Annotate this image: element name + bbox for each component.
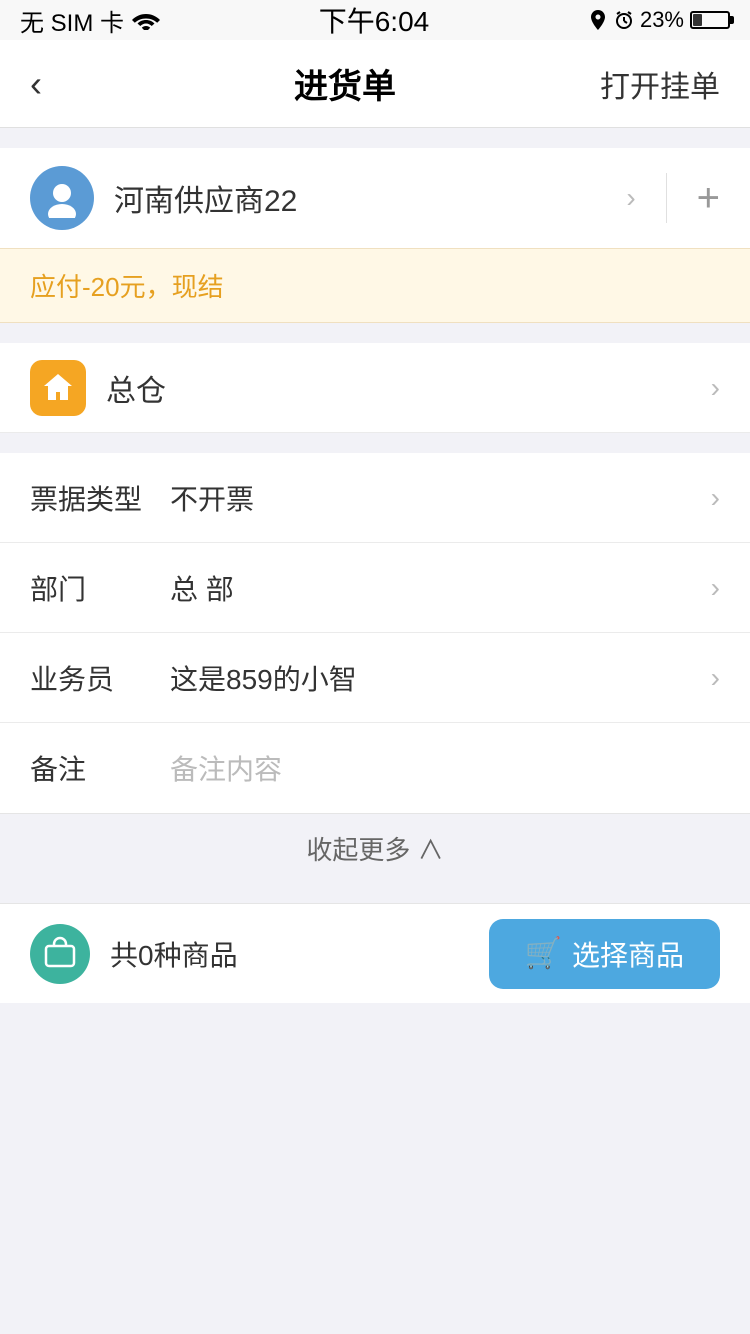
open-pending-button[interactable]: 打开挂单	[600, 62, 720, 106]
warning-banner: 应付-20元，现结	[0, 248, 750, 323]
warehouse-chevron: ›	[711, 372, 720, 404]
field-chevron-salesperson: ›	[711, 662, 720, 694]
select-icon: 🛒	[525, 936, 562, 971]
alarm-icon	[614, 10, 634, 30]
field-chevron-dept: ›	[711, 572, 720, 604]
field-row-ticket[interactable]: 票据类型 不开票 ›	[0, 453, 750, 543]
warehouse-row[interactable]: 总仓 ›	[0, 343, 750, 433]
field-value-ticket: 不开票	[170, 478, 711, 518]
supplier-divider	[666, 173, 667, 223]
battery-percent: 23%	[640, 7, 684, 33]
field-value-salesperson: 这是859的小智	[170, 658, 711, 698]
section-gap-4	[0, 883, 750, 903]
supplier-card: 河南供应商22 › + 应付-20元，现结	[0, 148, 750, 323]
supplier-avatar	[30, 166, 94, 230]
fields-card: 票据类型 不开票 › 部门 总 部 › 业务员 这是859的小智 › 备注 备注…	[0, 453, 750, 813]
supplier-name: 河南供应商22	[114, 176, 626, 220]
section-gap-2	[0, 323, 750, 343]
field-label-salesperson: 业务员	[30, 658, 170, 698]
field-label-dept: 部门	[30, 568, 170, 608]
supplier-chevron: ›	[626, 182, 635, 214]
house-icon	[40, 370, 76, 406]
warehouse-card: 总仓 ›	[0, 343, 750, 433]
product-count-text: 共0种商品	[110, 934, 489, 974]
status-bar: 无 SIM 卡 下午6:04 23%	[0, 0, 750, 40]
status-time: 下午6:04	[319, 0, 430, 40]
field-row-dept[interactable]: 部门 总 部 ›	[0, 543, 750, 633]
cart-icon	[42, 936, 78, 972]
location-icon	[588, 10, 608, 30]
battery-icon	[690, 11, 730, 29]
field-label-ticket: 票据类型	[30, 478, 170, 518]
select-btn-label: 选择商品	[572, 934, 684, 974]
field-chevron-ticket: ›	[711, 482, 720, 514]
bottom-bar: 共0种商品 🛒 选择商品	[0, 903, 750, 1003]
wifi-icon	[132, 10, 160, 30]
field-value-remark: 备注内容	[170, 748, 720, 788]
collapse-button[interactable]: 收起更多 ∧	[0, 813, 750, 883]
warehouse-name: 总仓	[106, 366, 711, 410]
page-background	[0, 1003, 750, 1203]
field-value-dept: 总 部	[170, 568, 711, 608]
person-icon	[42, 178, 82, 218]
nav-bar: ‹ 进货单 打开挂单	[0, 40, 750, 128]
field-label-remark: 备注	[30, 748, 170, 788]
field-row-remark[interactable]: 备注 备注内容	[0, 723, 750, 813]
status-right: 23%	[588, 7, 730, 33]
section-gap-3	[0, 433, 750, 453]
product-icon	[30, 924, 90, 984]
field-row-salesperson[interactable]: 业务员 这是859的小智 ›	[0, 633, 750, 723]
warehouse-icon	[30, 360, 86, 416]
supplier-row[interactable]: 河南供应商22 › +	[0, 148, 750, 248]
supplier-actions: › +	[626, 173, 720, 223]
section-gap-1	[0, 128, 750, 148]
page-title: 进货单	[294, 59, 396, 108]
collapse-label: 收起更多 ∧	[306, 830, 443, 867]
add-supplier-button[interactable]: +	[697, 176, 720, 221]
status-carrier: 无 SIM 卡	[20, 3, 160, 38]
select-product-button[interactable]: 🛒 选择商品	[489, 919, 720, 989]
back-button[interactable]: ‹	[30, 63, 90, 105]
